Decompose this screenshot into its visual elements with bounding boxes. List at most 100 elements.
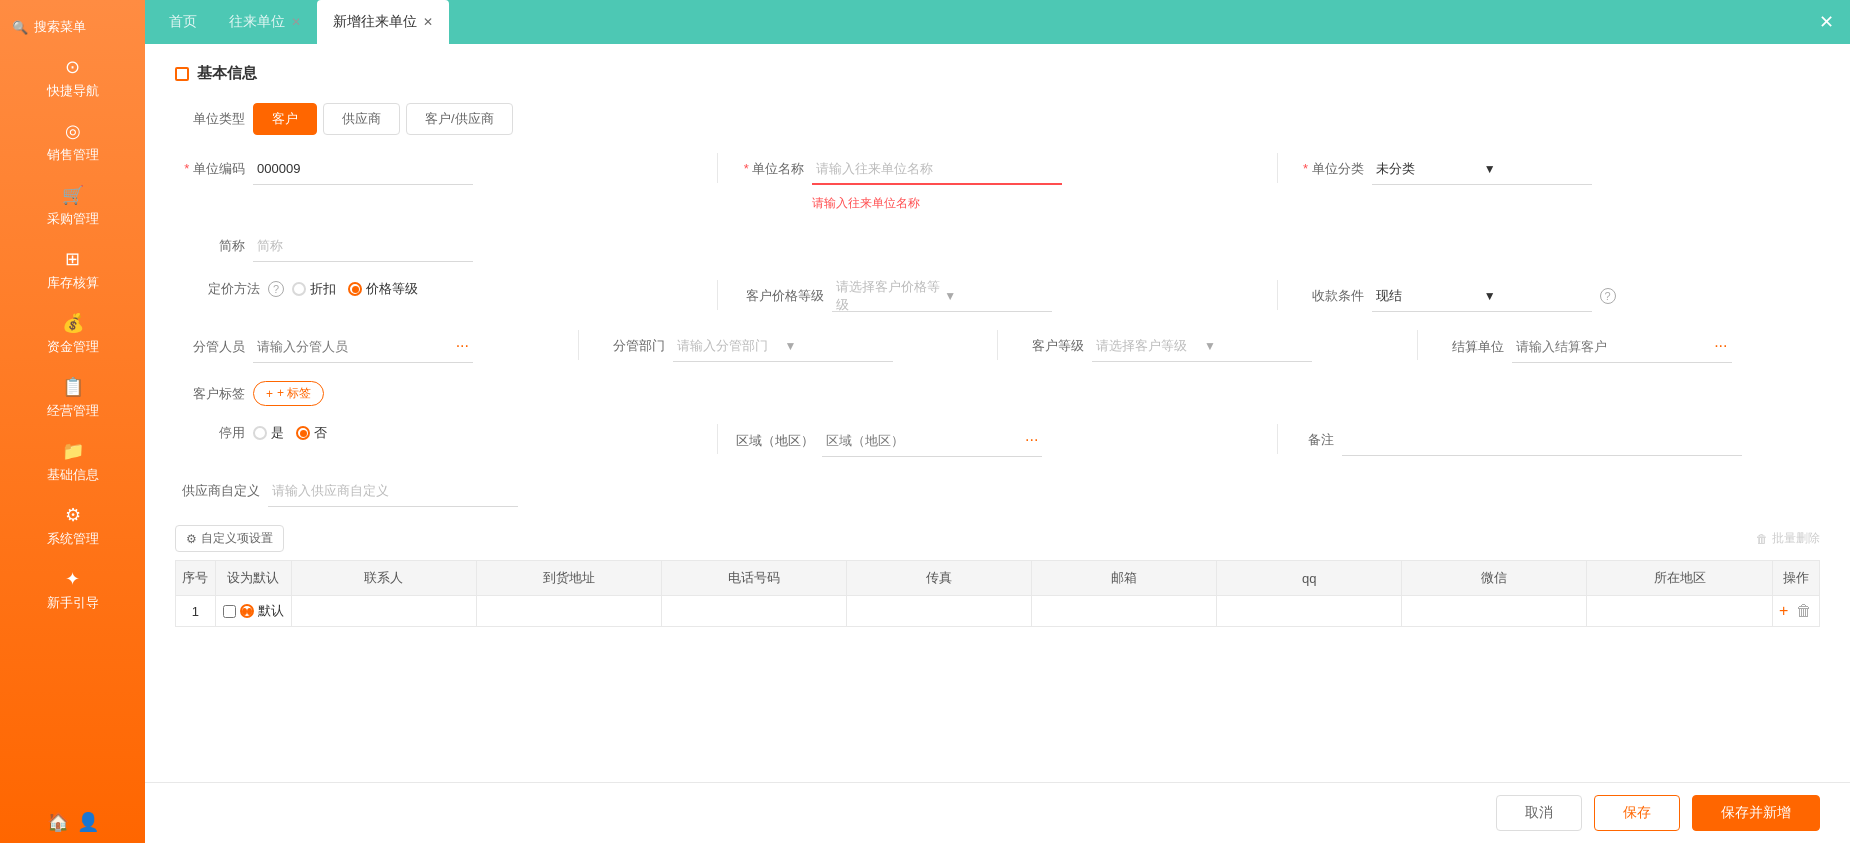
radio-discount[interactable]: 折扣: [292, 280, 336, 298]
tab-home[interactable]: 首页: [153, 0, 213, 44]
tab-new-partner-close[interactable]: ✕: [423, 15, 433, 29]
sidebar-search[interactable]: 🔍 搜索菜单: [0, 8, 145, 46]
tag-group: 客户标签 + + 标签: [175, 381, 1820, 406]
customer-level-label: 客户等级: [1014, 337, 1084, 355]
cell-email[interactable]: [1032, 596, 1217, 627]
cell-address[interactable]: [476, 596, 661, 627]
unit-code-input[interactable]: [253, 153, 473, 185]
radio-price-level-circle: [348, 282, 362, 296]
unit-name-input[interactable]: [812, 153, 1062, 185]
tab-partners[interactable]: 往来单位 ✕: [213, 0, 317, 44]
btn-supplier[interactable]: 供应商: [323, 103, 400, 135]
table-section: ⚙ 自定义项设置 🗑 批量删除 序号 设为默认 联系人 到货地址 电话号码: [175, 525, 1820, 627]
delete-icon: 🗑: [1756, 532, 1768, 546]
sidebar: 🔍 搜索菜单 ⊙ 快捷导航 ◎ 销售管理 🛒 采购管理 ⊞ 库存核算 💰 资金管…: [0, 0, 145, 843]
window-close-btn[interactable]: ✕: [1811, 7, 1842, 37]
save-new-button[interactable]: 保存并新增: [1692, 795, 1820, 831]
customer-level-select[interactable]: 请选择客户等级 ▼: [1092, 330, 1312, 362]
phone-input[interactable]: [668, 604, 840, 619]
region-input[interactable]: [822, 424, 1021, 456]
settlement-input[interactable]: [1512, 330, 1711, 362]
col-wechat: 微信: [1402, 561, 1587, 596]
tab-home-label: 首页: [169, 13, 197, 31]
disable-label: 停用: [175, 424, 245, 442]
unit-category-group: 单位分类 未分类 ▼: [1294, 153, 1820, 185]
btn-both[interactable]: 客户/供应商: [406, 103, 513, 135]
customer-price-label: 客户价格等级: [734, 287, 824, 305]
sidebar-item-inventory[interactable]: ⊞ 库存核算: [0, 238, 145, 302]
sidebar-item-sales[interactable]: ◎ 销售管理: [0, 110, 145, 174]
radio-price-level[interactable]: 价格等级: [348, 280, 418, 298]
radio-no[interactable]: 否: [296, 424, 327, 442]
sidebar-item-quick-nav[interactable]: ⊙ 快捷导航: [0, 46, 145, 110]
region-input-wrapper: ···: [822, 424, 1042, 457]
home-icon[interactable]: 🏠: [47, 811, 69, 833]
cell-fax[interactable]: [846, 596, 1031, 627]
save-button[interactable]: 保存: [1594, 795, 1680, 831]
manager-more-btn[interactable]: ···: [452, 337, 473, 355]
manager-input[interactable]: [253, 330, 452, 362]
remarks-input[interactable]: [1342, 424, 1742, 456]
batch-delete-btn[interactable]: 🗑 批量删除: [1756, 530, 1820, 547]
sidebar-item-label: 经营管理: [47, 402, 99, 420]
guide-icon: ✦: [65, 568, 80, 590]
basic-icon: 📁: [62, 440, 84, 462]
address-input[interactable]: [483, 604, 655, 619]
cell-region[interactable]: [1587, 596, 1772, 627]
custom-setting-btn[interactable]: ⚙ 自定义项设置: [175, 525, 284, 552]
sidebar-item-finance[interactable]: 💰 资金管理: [0, 302, 145, 366]
settlement-more-btn[interactable]: ···: [1710, 337, 1731, 355]
cell-contact[interactable]: [291, 596, 476, 627]
remarks-group: 备注: [1294, 424, 1820, 456]
btn-customer[interactable]: 客户: [253, 103, 317, 135]
add-tag-btn[interactable]: + + 标签: [253, 381, 324, 406]
email-input[interactable]: [1038, 604, 1210, 619]
department-select[interactable]: 请输入分管部门 ▼: [673, 330, 893, 362]
section-title: 基本信息: [197, 64, 257, 83]
payment-terms-select[interactable]: 现结 ▼: [1372, 280, 1592, 312]
radio-yes-label: 是: [271, 424, 284, 442]
unit-category-select[interactable]: 未分类 ▼: [1372, 153, 1592, 185]
region-input-table[interactable]: [1593, 604, 1765, 619]
customer-price-select[interactable]: 请选择客户价格等级 ▼: [832, 280, 1052, 312]
tab-new-partner[interactable]: 新增往来单位 ✕: [317, 0, 449, 44]
region-more-btn[interactable]: ···: [1021, 431, 1042, 449]
contact-input[interactable]: [298, 604, 470, 619]
row-checkbox[interactable]: [223, 605, 236, 618]
supplier-custom-group: 供应商自定义: [175, 475, 1820, 507]
sidebar-item-label: 销售管理: [47, 146, 99, 164]
sidebar-item-basic[interactable]: 📁 基础信息: [0, 430, 145, 494]
tab-partners-close[interactable]: ✕: [291, 15, 301, 29]
user-icon[interactable]: 👤: [77, 811, 99, 833]
sidebar-item-purchase[interactable]: 🛒 采购管理: [0, 174, 145, 238]
sidebar-item-operations[interactable]: 📋 经营管理: [0, 366, 145, 430]
cell-wechat[interactable]: [1402, 596, 1587, 627]
tab-new-partner-label: 新增往来单位: [333, 13, 417, 31]
unit-code-label: 单位编码: [175, 160, 245, 178]
sidebar-item-label: 采购管理: [47, 210, 99, 228]
wechat-input[interactable]: [1408, 604, 1580, 619]
supplier-custom-input[interactable]: [268, 475, 518, 507]
cell-phone[interactable]: [661, 596, 846, 627]
sidebar-item-system[interactable]: ⚙ 系统管理: [0, 494, 145, 558]
delete-row-btn[interactable]: 🗑: [1796, 602, 1812, 620]
sidebar-item-label: 资金管理: [47, 338, 99, 356]
cancel-button[interactable]: 取消: [1496, 795, 1582, 831]
radio-yes-circle: [253, 426, 267, 440]
contacts-table: 序号 设为默认 联系人 到货地址 电话号码 传真 邮箱 qq 微信 所在地区 操…: [175, 560, 1820, 627]
supplier-custom-row: 供应商自定义: [175, 475, 1820, 507]
sidebar-item-guide[interactable]: ✦ 新手引导: [0, 558, 145, 622]
add-row-btn[interactable]: +: [1779, 602, 1788, 620]
unit-type-row: 单位类型 客户 供应商 客户/供应商: [175, 103, 1820, 135]
qq-input[interactable]: [1223, 604, 1395, 619]
radio-yes[interactable]: 是: [253, 424, 284, 442]
pricing-help-icon[interactable]: ?: [268, 281, 284, 297]
cell-action: + 🗑: [1772, 596, 1819, 627]
default-radio[interactable]: [240, 604, 254, 618]
cell-qq[interactable]: [1217, 596, 1402, 627]
fax-input[interactable]: [853, 604, 1025, 619]
payment-help-icon[interactable]: ?: [1600, 288, 1616, 304]
operations-icon: 📋: [62, 376, 84, 398]
quick-nav-icon: ⊙: [65, 56, 80, 78]
short-name-input[interactable]: [253, 230, 473, 262]
